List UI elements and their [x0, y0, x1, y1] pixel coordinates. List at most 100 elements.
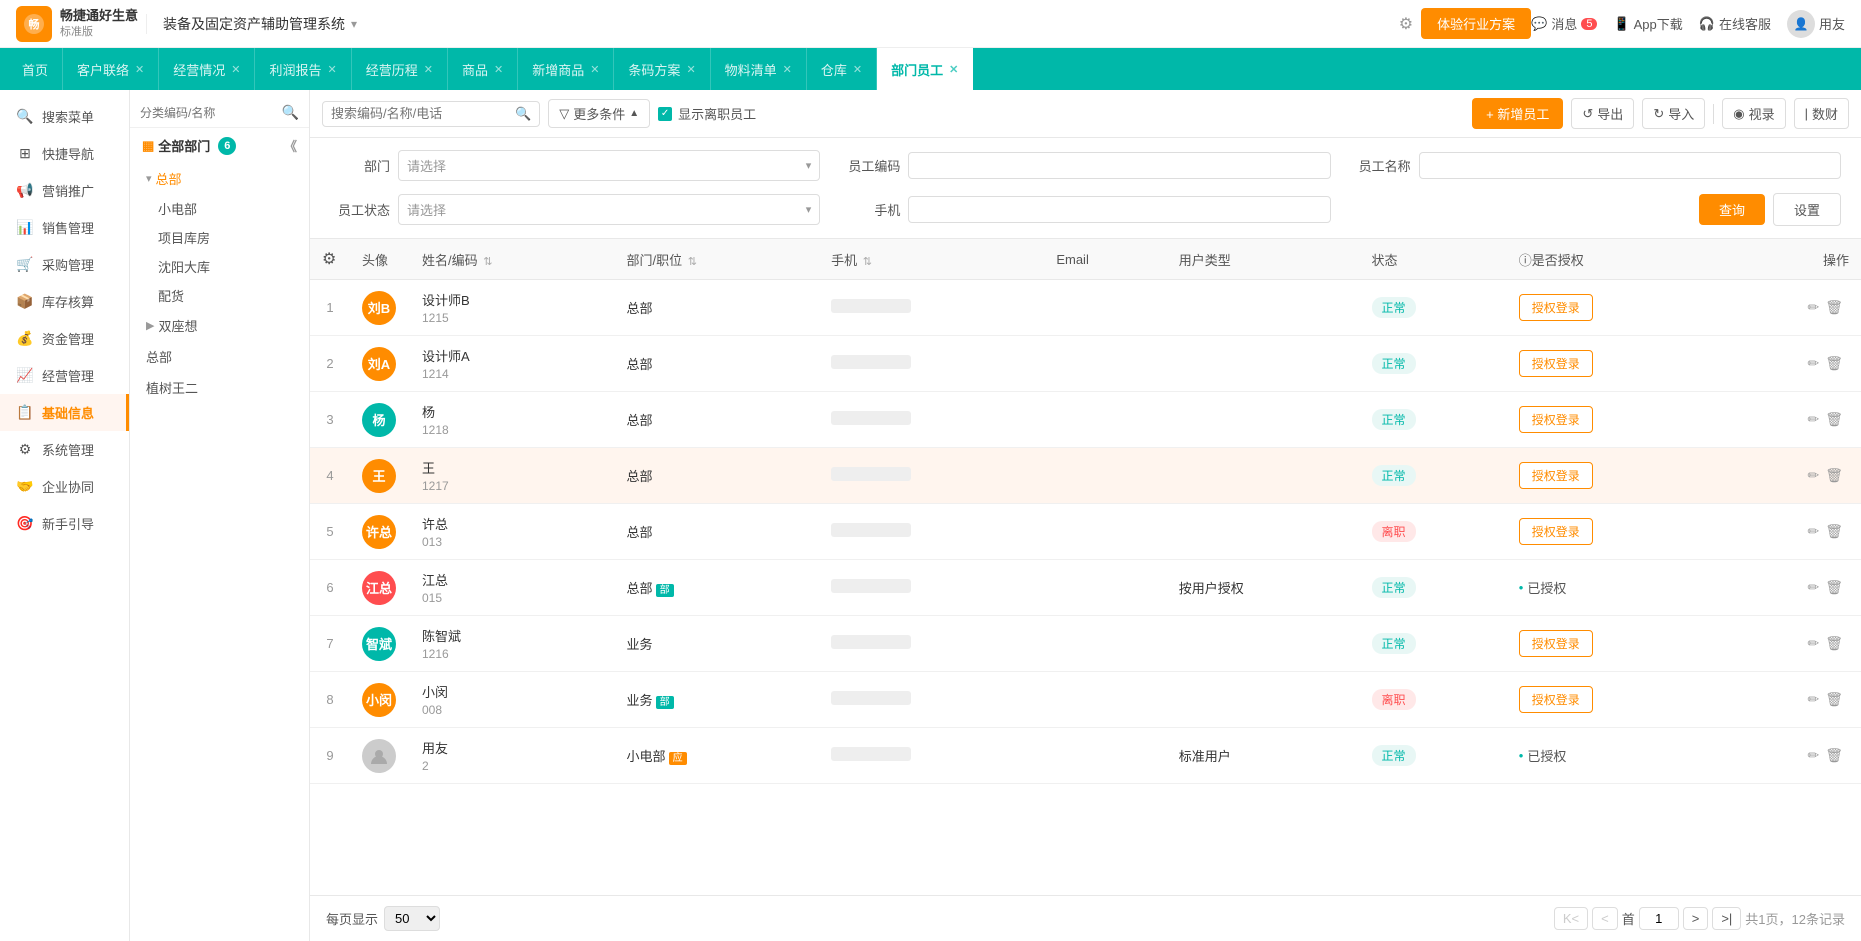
- tab-history[interactable]: 经营历程 ✕: [352, 48, 448, 90]
- sidebar-item-basic-info[interactable]: 📋 基础信息: [0, 394, 129, 431]
- auth-button[interactable]: 授权登录: [1519, 350, 1593, 377]
- close-icon[interactable]: ✕: [853, 63, 862, 76]
- settings-icon[interactable]: ⚙: [322, 251, 336, 268]
- sort-icon[interactable]: ⇅: [863, 256, 872, 268]
- sidebar-item-operations[interactable]: 📈 经营管理: [0, 357, 129, 394]
- auth-button[interactable]: 授权登录: [1519, 518, 1593, 545]
- auth-button[interactable]: 授权登录: [1519, 406, 1593, 433]
- emp-status-select[interactable]: 请选择 ▾: [398, 194, 820, 225]
- sidebar-item-guide[interactable]: 🎯 新手引导: [0, 505, 129, 542]
- prev-page-button[interactable]: <: [1592, 907, 1618, 930]
- gear-button[interactable]: ⚙: [1399, 14, 1413, 34]
- last-page-button[interactable]: >|: [1712, 907, 1741, 930]
- per-page-select[interactable]: 50 20 100: [384, 906, 440, 931]
- sidebar-item-search[interactable]: 🔍 搜索菜单: [0, 98, 129, 135]
- close-icon[interactable]: ✕: [135, 63, 144, 76]
- tab-home[interactable]: 首页: [8, 48, 63, 90]
- online-service-button[interactable]: 🎧 在线客服: [1699, 14, 1771, 33]
- trial-button[interactable]: 体验行业方案: [1421, 8, 1531, 39]
- col-settings[interactable]: ⚙: [310, 239, 350, 280]
- close-icon[interactable]: ✕: [783, 63, 792, 76]
- dept-child-shenyang[interactable]: 沈阳大库: [130, 252, 309, 281]
- phone-input[interactable]: [908, 196, 1330, 223]
- collapse-btn[interactable]: 《: [284, 136, 297, 155]
- more-button[interactable]: | 数财: [1794, 98, 1849, 129]
- sort-icon[interactable]: ⇅: [483, 256, 492, 268]
- delete-button[interactable]: 🗑: [1825, 299, 1843, 315]
- sidebar-item-sales[interactable]: 📊 销售管理: [0, 209, 129, 246]
- dept-node-head[interactable]: ▾ 总部: [130, 163, 309, 194]
- dept-child-project[interactable]: 项目库房: [130, 223, 309, 252]
- reset-button[interactable]: 设置: [1773, 193, 1841, 226]
- close-icon[interactable]: ✕: [328, 63, 337, 76]
- delete-button[interactable]: 🗑: [1825, 691, 1843, 707]
- view-button[interactable]: ◉ 视录: [1722, 98, 1785, 129]
- system-dropdown-arrow[interactable]: ▾: [351, 17, 357, 31]
- export-button[interactable]: ↺ 导出: [1571, 98, 1634, 129]
- delete-button[interactable]: 🗑: [1825, 579, 1843, 595]
- user-menu[interactable]: 👤 用友: [1787, 10, 1845, 38]
- sidebar-item-purchase[interactable]: 🛒 采购管理: [0, 246, 129, 283]
- auth-button[interactable]: 授权登录: [1519, 294, 1593, 321]
- sidebar-item-collab[interactable]: 🤝 企业协同: [0, 468, 129, 505]
- edit-button[interactable]: ✏: [1807, 355, 1819, 371]
- show-resigned-checkbox[interactable]: ✓ 显示离职员工: [658, 104, 756, 123]
- auth-button[interactable]: 授权登录: [1519, 630, 1593, 657]
- edit-button[interactable]: ✏: [1807, 467, 1819, 483]
- dept-node-zhishu[interactable]: 植树王二: [130, 372, 309, 403]
- sidebar-item-inventory[interactable]: 📦 库存核算: [0, 283, 129, 320]
- dept-child-distribution[interactable]: 配货: [130, 281, 309, 310]
- edit-button[interactable]: ✏: [1807, 411, 1819, 427]
- next-page-button[interactable]: >: [1683, 907, 1709, 930]
- emp-code-input[interactable]: [908, 152, 1330, 179]
- sort-icon[interactable]: ⇅: [688, 256, 697, 268]
- tab-profit[interactable]: 利润报告 ✕: [255, 48, 351, 90]
- close-icon[interactable]: ✕: [949, 63, 958, 76]
- dept-node-shuangzuo[interactable]: ▶ 双座想: [130, 310, 309, 341]
- close-icon[interactable]: ✕: [424, 63, 433, 76]
- auth-button[interactable]: 授权登录: [1519, 686, 1593, 713]
- tab-employees[interactable]: 部门员工 ✕: [877, 48, 973, 90]
- edit-button[interactable]: ✏: [1807, 299, 1819, 315]
- sidebar-item-system[interactable]: ⚙ 系统管理: [0, 431, 129, 468]
- more-filter-button[interactable]: ▽ 更多条件 ▲: [548, 99, 650, 128]
- auth-button[interactable]: 授权登录: [1519, 462, 1593, 489]
- dept-child-small-elec[interactable]: 小电部: [130, 194, 309, 223]
- first-page-button[interactable]: K<: [1554, 907, 1588, 930]
- tab-bom[interactable]: 物料清单 ✕: [711, 48, 807, 90]
- col-phone[interactable]: 手机 ⇅: [819, 239, 1044, 280]
- close-icon[interactable]: ✕: [686, 63, 695, 76]
- dept-node-zonbu[interactable]: 总部: [130, 341, 309, 372]
- sidebar-item-nav[interactable]: ⊞ 快捷导航: [0, 135, 129, 172]
- dept-search-input[interactable]: [140, 106, 282, 120]
- emp-name-input[interactable]: [1419, 152, 1841, 179]
- edit-button[interactable]: ✏: [1807, 579, 1819, 595]
- dept-select[interactable]: 请选择 ▾: [398, 150, 820, 181]
- sidebar-item-marketing[interactable]: 📢 营销推广: [0, 172, 129, 209]
- search-input[interactable]: [331, 106, 511, 121]
- edit-button[interactable]: ✏: [1807, 691, 1819, 707]
- delete-button[interactable]: 🗑: [1825, 747, 1843, 763]
- close-icon[interactable]: ✕: [590, 63, 599, 76]
- tab-barcode[interactable]: 条码方案 ✕: [614, 48, 710, 90]
- message-button[interactable]: 💬 消息 5: [1531, 14, 1597, 33]
- close-icon[interactable]: ✕: [231, 63, 240, 76]
- tab-warehouse[interactable]: 仓库 ✕: [807, 48, 877, 90]
- col-dept[interactable]: 部门/职位 ⇅: [615, 239, 820, 280]
- delete-button[interactable]: 🗑: [1825, 355, 1843, 371]
- tab-operations[interactable]: 经营情况 ✕: [159, 48, 255, 90]
- app-download-button[interactable]: 📱 App下载: [1613, 14, 1682, 33]
- delete-button[interactable]: 🗑: [1825, 635, 1843, 651]
- add-employee-button[interactable]: + 新增员工: [1472, 98, 1563, 129]
- delete-button[interactable]: 🗑: [1825, 523, 1843, 539]
- edit-button[interactable]: ✏: [1807, 747, 1819, 763]
- close-icon[interactable]: ✕: [494, 63, 503, 76]
- search-button[interactable]: 查询: [1699, 194, 1765, 225]
- edit-button[interactable]: ✏: [1807, 635, 1819, 651]
- import-button[interactable]: ↻ 导入: [1642, 98, 1705, 129]
- sidebar-item-finance[interactable]: 💰 资金管理: [0, 320, 129, 357]
- dept-tree-header[interactable]: ▦ 全部部门 6 《: [130, 128, 309, 163]
- delete-button[interactable]: 🗑: [1825, 411, 1843, 427]
- tab-customer[interactable]: 客户联络 ✕: [63, 48, 159, 90]
- page-input[interactable]: [1639, 907, 1679, 930]
